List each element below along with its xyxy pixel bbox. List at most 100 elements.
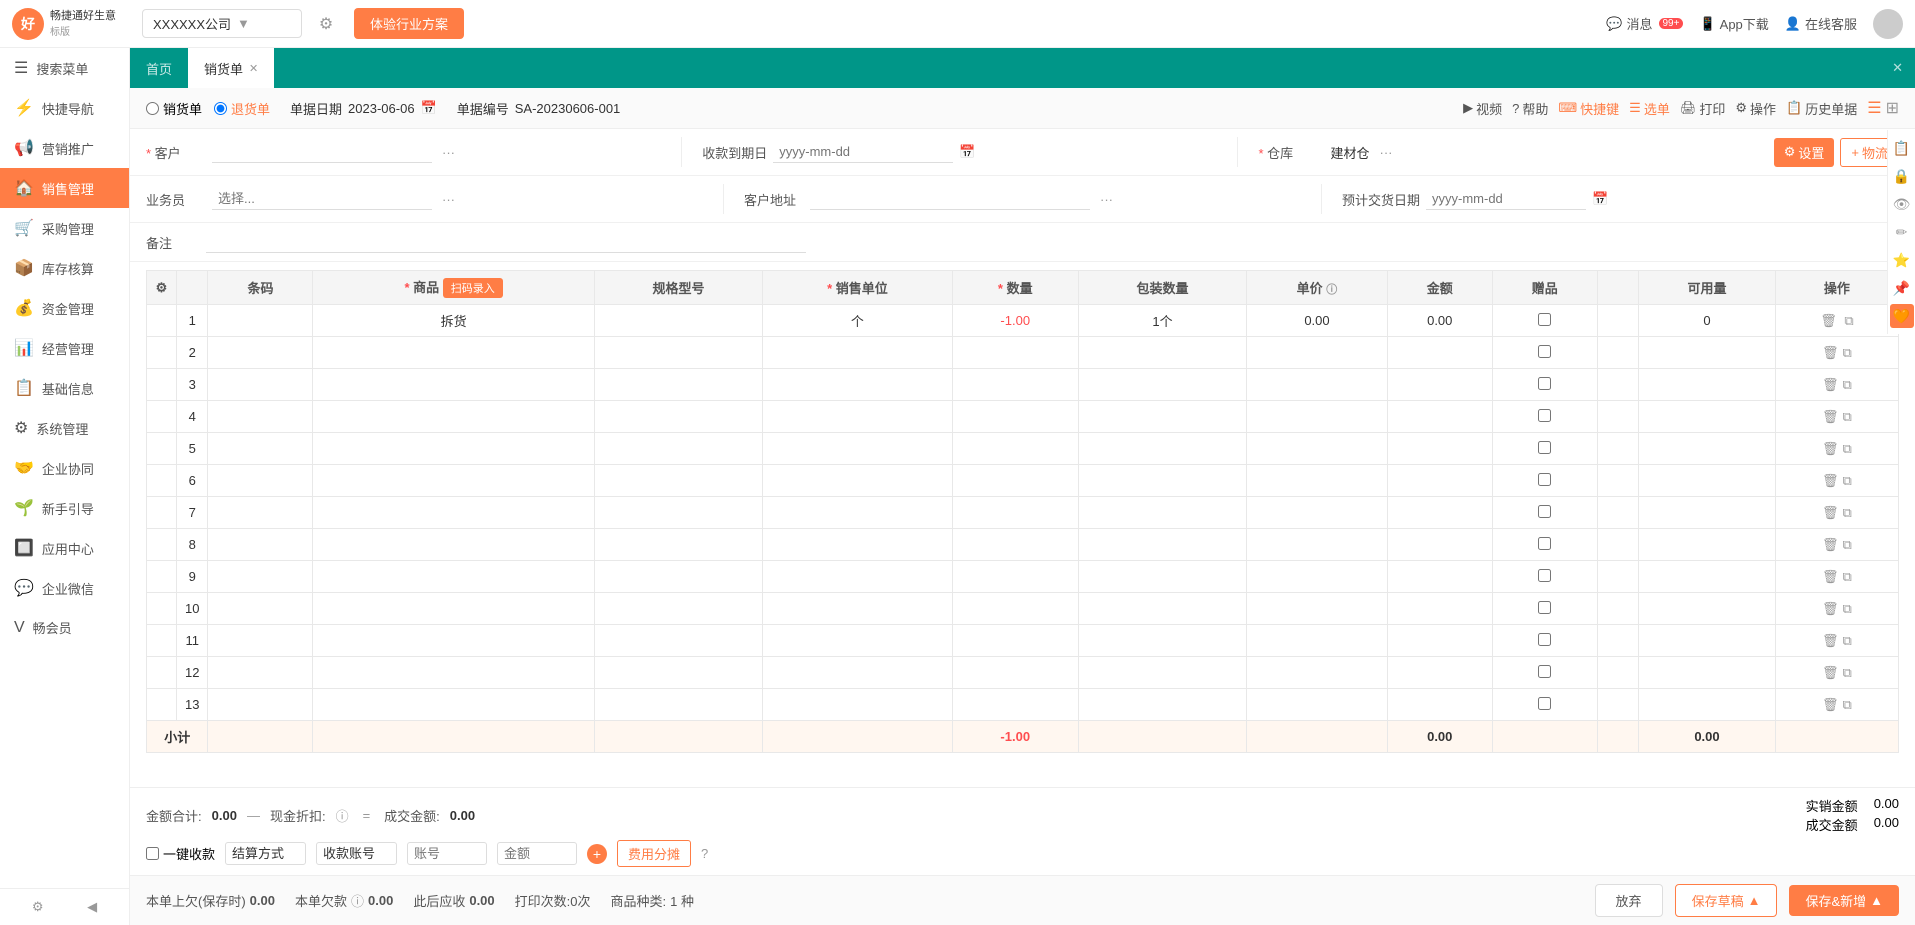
select-btn[interactable]: ☰ 选单 (1629, 99, 1670, 118)
message-button[interactable]: 💬 消息 99+ (1606, 14, 1683, 33)
trial-button[interactable]: 体验行业方案 (354, 8, 464, 39)
grid-view-icon[interactable]: ⊞ (1886, 98, 1899, 118)
shortcut-btn[interactable]: ⌨ 快捷键 (1558, 99, 1619, 118)
online-service-button[interactable]: 👤 在线客服 (1785, 14, 1857, 33)
rp-orange-icon[interactable]: 🧡 (1890, 304, 1914, 328)
sidebar-item-ops[interactable]: 📊 经营管理 (0, 328, 129, 368)
sidebar-item-guide[interactable]: 🌱 新手引导 (0, 488, 129, 528)
settings-label: 设置 (1798, 143, 1824, 162)
rp-star-icon[interactable]: ⭐ (1890, 248, 1914, 272)
sidebar-item-search-order[interactable]: ☰ 搜索菜单 (0, 48, 129, 88)
delete-icon[interactable]: 🗑 (1822, 345, 1839, 360)
tab-close-icon[interactable]: ✕ (249, 62, 258, 75)
copy-icon[interactable]: ⧉ (1843, 345, 1852, 360)
cell-gift-1[interactable] (1492, 305, 1597, 337)
rp-lock-icon[interactable]: 🔒 (1890, 164, 1914, 188)
table-settings-icon[interactable]: ⚙ (156, 280, 168, 295)
table-row: 5🗑⧉ (147, 433, 1899, 465)
cell-price-1[interactable]: 0.00 (1247, 305, 1388, 337)
rp-edit-icon[interactable]: ✏ (1890, 220, 1914, 244)
sidebar-item-marketing[interactable]: 📢 营销推广 (0, 128, 129, 168)
sidebar-item-sales[interactable]: 🏠 销售管理 (0, 168, 129, 208)
settlement-account-select[interactable]: 收款账号 (316, 842, 397, 865)
cell-spec-1[interactable] (594, 305, 762, 337)
settings-button[interactable]: ⚙ 设置 (1774, 138, 1835, 167)
sidebar-item-inventory[interactable]: 📦 库存核算 (0, 248, 129, 288)
note-input[interactable] (206, 231, 806, 253)
radio-sales-order-input[interactable] (146, 102, 159, 115)
expected-date-field-group: 预计交货日期 📅 (1342, 188, 1899, 210)
help-btn[interactable]: ? 帮助 (1512, 99, 1548, 118)
video-btn[interactable]: ▶ 视频 (1463, 99, 1502, 118)
calendar-icon[interactable]: 📅 (421, 100, 437, 116)
sidebar-item-enterprise-wx[interactable]: 💬 企业微信 (0, 568, 129, 608)
history-btn[interactable]: 📋 历史单据 (1786, 99, 1857, 118)
cell-qty-1[interactable]: -1.00 (952, 305, 1078, 337)
save-new-button[interactable]: 保存&新增 ▲ (1789, 885, 1899, 916)
tab-close-all-icon[interactable]: ✕ (1892, 60, 1903, 76)
rp-pin-icon[interactable]: 📌 (1890, 276, 1914, 300)
rp-eye-icon[interactable]: 👁 (1890, 192, 1914, 216)
sidebar-item-quick-nav[interactable]: ⚡ 快捷导航 (0, 88, 129, 128)
view-switch: ☰ ⊞ (1867, 98, 1899, 118)
avatar[interactable] (1873, 9, 1903, 39)
radio-return-order-input[interactable] (214, 102, 227, 115)
salesperson-label: 业务员 (146, 190, 206, 209)
radio-return-order[interactable]: 退货单 (214, 99, 270, 118)
expense-button[interactable]: 费用分摊 (617, 840, 691, 867)
history-icon: 📋 (1786, 100, 1802, 116)
customer-input[interactable] (212, 141, 432, 163)
sidebar-label-guide: 新手引导 (42, 499, 94, 518)
cell-barcode-1[interactable] (208, 305, 313, 337)
sales-icon: 🏠 (14, 178, 34, 198)
sidebar-item-finance[interactable]: 💰 资金管理 (0, 288, 129, 328)
company-selector[interactable]: XXXXXX公司 ▼ (142, 9, 302, 38)
expense-help-icon[interactable]: ? (701, 846, 708, 861)
cell-remark-1[interactable] (1597, 305, 1638, 337)
sidebar-collapse-icon[interactable]: ◀ (87, 899, 97, 915)
sidebar-item-enterprise[interactable]: 🤝 企业协同 (0, 448, 129, 488)
right-panel: 📋 🔒 👁 ✏ ⭐ 📌 🧡 (1887, 130, 1915, 334)
save-draft-button[interactable]: 保存草稿 ▲ (1675, 884, 1778, 917)
expected-date-calendar-icon[interactable]: 📅 (1592, 191, 1608, 207)
list-view-icon[interactable]: ☰ (1867, 98, 1881, 118)
sidebar-item-purchase[interactable]: 🛒 采购管理 (0, 208, 129, 248)
one-click-pay-checkbox[interactable]: 一键收款 (146, 844, 215, 863)
amount-input[interactable] (497, 842, 577, 865)
operation-btn[interactable]: ⚙ 操作 (1735, 99, 1776, 118)
one-click-pay-input[interactable] (146, 847, 159, 860)
expected-date-input[interactable] (1426, 188, 1586, 210)
sidebar-item-basic[interactable]: 📋 基础信息 (0, 368, 129, 408)
delete-icon-1[interactable]: 🗑 (1820, 313, 1837, 328)
account-input[interactable] (407, 842, 487, 865)
sidebar-item-app-center[interactable]: 🔲 应用中心 (0, 528, 129, 568)
unit-price-info-icon[interactable]: ⓘ (1326, 284, 1337, 296)
gear-icon[interactable]: ⚙ (310, 8, 342, 40)
add-button[interactable]: + (587, 844, 607, 864)
sidebar-label-app-center: 应用中心 (42, 539, 94, 558)
print-btn[interactable]: 🖨 打印 (1680, 99, 1726, 118)
rp-clipboard-icon[interactable]: 📋 (1890, 136, 1914, 160)
salesperson-input[interactable] (212, 188, 432, 210)
customer-dots-icon[interactable]: ··· (442, 145, 455, 160)
salesperson-dots-icon[interactable]: ··· (442, 192, 455, 207)
sidebar-settings-icon[interactable]: ⚙ (32, 899, 44, 915)
current-owe-info-icon[interactable]: ⓘ (351, 891, 364, 910)
scan-button[interactable]: 扫码录入 (443, 278, 503, 298)
online-service-label: 在线客服 (1805, 14, 1857, 33)
abandon-button[interactable]: 放弃 (1595, 884, 1663, 917)
copy-icon-1[interactable]: ⧉ (1844, 313, 1853, 328)
sidebar-item-system[interactable]: ⚙ 系统管理 (0, 408, 129, 448)
addr-dots-icon[interactable]: ··· (1100, 192, 1113, 207)
tab-sales-order[interactable]: 销货单 ✕ (188, 48, 274, 88)
customer-addr-input[interactable] (810, 188, 1090, 210)
app-download-button[interactable]: 📱 App下载 (1699, 14, 1768, 33)
settlement-method-select[interactable]: 结算方式 (225, 842, 306, 865)
cash-discount-info-icon[interactable]: ⓘ (336, 806, 349, 825)
warehouse-dots-icon[interactable]: ··· (1379, 145, 1392, 160)
tab-home[interactable]: 首页 (130, 48, 188, 88)
radio-sales-order[interactable]: 销货单 (146, 99, 202, 118)
due-date-calendar-icon[interactable]: 📅 (959, 144, 975, 160)
due-date-input[interactable] (773, 141, 953, 163)
sidebar-item-vip[interactable]: V 畅会员 (0, 608, 129, 647)
